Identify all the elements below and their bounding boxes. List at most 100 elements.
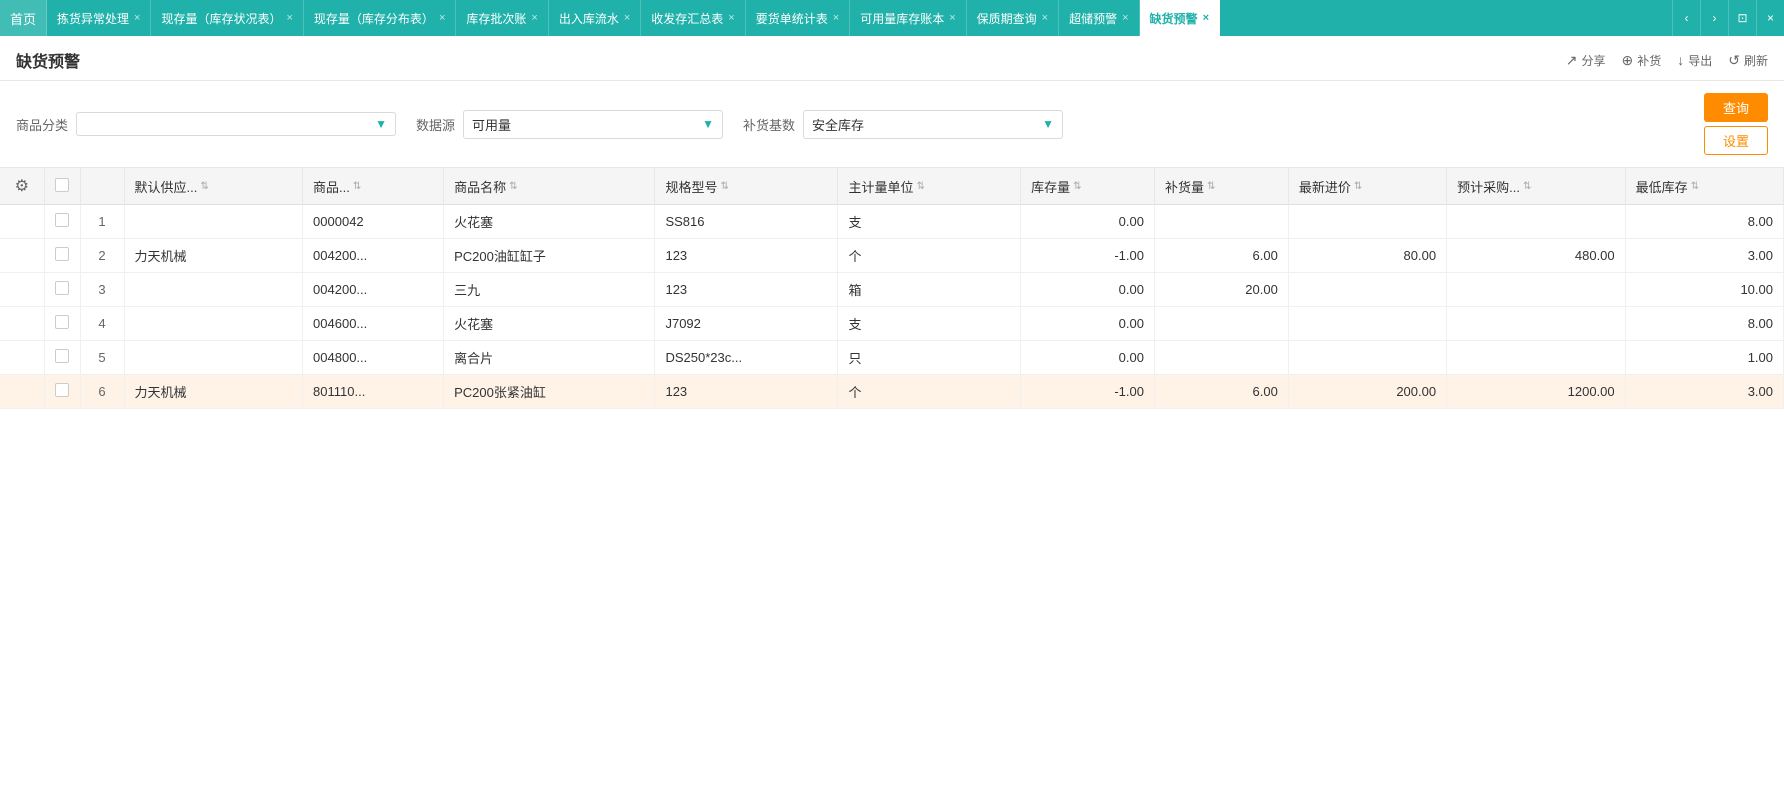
row-unit: 个: [838, 375, 1021, 409]
row-num: 1: [80, 205, 124, 239]
sort-unit-icon[interactable]: ⇅: [916, 181, 924, 192]
sort-spec-icon[interactable]: ⇅: [720, 181, 728, 192]
sort-stock-icon[interactable]: ⇅: [1073, 181, 1081, 192]
datasource-filter-group: 数据源 可用量 ▼: [416, 110, 723, 139]
category-filter-label: 商品分类: [16, 115, 68, 134]
tab-baozhiqi[interactable]: 保质期查询 ×: [967, 0, 1059, 36]
row-checkbox[interactable]: [55, 247, 69, 261]
col-unit-label: 主计量单位: [848, 177, 913, 196]
row-spec: 123: [655, 239, 838, 273]
row-num: 2: [80, 239, 124, 273]
share-icon: ↗: [1566, 52, 1578, 69]
refresh-button[interactable]: ↺ 刷新: [1728, 52, 1768, 69]
row-product-code: 004200...: [303, 273, 444, 307]
row-replenish: 6.00: [1154, 239, 1288, 273]
tab-label: 现存量（库存分布表）: [314, 10, 434, 27]
row-product-name: 火花塞: [444, 307, 655, 341]
nav-next-arrow[interactable]: ›: [1700, 0, 1728, 36]
row-checkbox[interactable]: [55, 383, 69, 397]
datasource-select-value: 可用量: [472, 115, 511, 134]
row-estimated-purchase: 480.00: [1447, 239, 1626, 273]
row-num: 6: [80, 375, 124, 409]
tab-yaohuodantongji[interactable]: 要货单统计表 ×: [746, 0, 850, 36]
select-all-checkbox[interactable]: [55, 178, 69, 192]
replenish-base-filter-group: 补货基数 安全库存 ▼: [743, 110, 1063, 139]
row-num: 3: [80, 273, 124, 307]
row-latest-price: [1288, 307, 1446, 341]
sort-estimated-purchase-icon[interactable]: ⇅: [1523, 181, 1531, 192]
row-replenish: [1154, 341, 1288, 375]
tab-chaochuyu[interactable]: 超储预警 ×: [1059, 0, 1139, 36]
tab-close-icon[interactable]: ×: [1203, 12, 1209, 24]
tab-close-icon[interactable]: ×: [531, 12, 537, 24]
row-product-code: 004200...: [303, 239, 444, 273]
row-setting-cell: [0, 375, 44, 409]
tab-shoufacunhuizong[interactable]: 收发存汇总表 ×: [641, 0, 745, 36]
tab-close-icon[interactable]: ×: [949, 12, 955, 24]
replenish-button[interactable]: ⊕ 补货: [1621, 52, 1661, 69]
nav-arrows: ‹ › ⊡ ×: [1672, 0, 1784, 36]
col-spec: 规格型号 ⇅: [655, 168, 838, 205]
datasource-select[interactable]: 可用量 ▼: [463, 110, 723, 139]
sort-replenish-icon[interactable]: ⇅: [1207, 181, 1215, 192]
sort-latest-price-icon[interactable]: ⇅: [1354, 181, 1362, 192]
tab-label: 出入库流水: [559, 10, 619, 27]
tab-home[interactable]: 首页: [0, 0, 47, 36]
refresh-icon: ↺: [1728, 52, 1740, 69]
page-title: 缺货预警: [16, 48, 1566, 72]
export-button[interactable]: ↓ 导出: [1677, 52, 1712, 69]
row-checkbox[interactable]: [55, 281, 69, 295]
row-spec: SS816: [655, 205, 838, 239]
sort-min-stock-icon[interactable]: ⇅: [1691, 181, 1699, 192]
nav-close-btn[interactable]: ×: [1756, 0, 1784, 36]
row-product-name: PC200张紧油缸: [444, 375, 655, 409]
row-check-cell: [44, 375, 80, 409]
tab-close-icon[interactable]: ×: [728, 12, 734, 24]
tab-xiancunliang2[interactable]: 现存量（库存分布表） ×: [304, 0, 456, 36]
page-content: 缺货预警 ↗ 分享 ⊕ 补货 ↓ 导出 ↺ 刷新 商品分类: [0, 36, 1784, 796]
sort-supplier-icon[interactable]: ⇅: [200, 181, 208, 192]
sort-product-name-icon[interactable]: ⇅: [509, 181, 517, 192]
settings-button[interactable]: 设置: [1704, 126, 1768, 155]
row-estimated-purchase: [1447, 341, 1626, 375]
tab-close-icon[interactable]: ×: [134, 12, 140, 24]
tab-keyongliang[interactable]: 可用量库存账本 ×: [850, 0, 966, 36]
nav-prev-arrow[interactable]: ‹: [1672, 0, 1700, 36]
row-stock: -1.00: [1021, 239, 1155, 273]
row-stock: 0.00: [1021, 205, 1155, 239]
row-checkbox[interactable]: [55, 315, 69, 329]
table-row: 6 力天机械 801110... PC200张紧油缸 123 个 -1.00 6…: [0, 375, 1784, 409]
query-button[interactable]: 查询: [1704, 93, 1768, 122]
nav-restore-btn[interactable]: ⊡: [1728, 0, 1756, 36]
col-stock-label: 库存量: [1031, 177, 1070, 196]
col-product-name-label: 商品名称: [454, 177, 506, 196]
tab-kucunpizhang[interactable]: 库存批次账 ×: [456, 0, 548, 36]
tab-close-icon[interactable]: ×: [1122, 12, 1128, 24]
tab-close-icon[interactable]: ×: [624, 12, 630, 24]
tab-quehuo[interactable]: 缺货预警 ×: [1140, 0, 1220, 36]
share-button[interactable]: ↗ 分享: [1566, 52, 1606, 69]
header-actions: ↗ 分享 ⊕ 补货 ↓ 导出 ↺ 刷新: [1566, 52, 1768, 69]
tab-jianhuoyichang[interactable]: 拣货异常处理 ×: [47, 0, 151, 36]
tab-label: 超储预警: [1069, 10, 1117, 27]
col-unit: 主计量单位 ⇅: [838, 168, 1021, 205]
tab-churukuliushui[interactable]: 出入库流水 ×: [549, 0, 641, 36]
tab-close-icon[interactable]: ×: [286, 12, 292, 24]
col-product-code: 商品... ⇅: [303, 168, 444, 205]
row-checkbox[interactable]: [55, 213, 69, 227]
category-select[interactable]: ▼: [76, 112, 396, 136]
row-supplier: [124, 205, 303, 239]
row-checkbox[interactable]: [55, 349, 69, 363]
tab-close-icon[interactable]: ×: [833, 12, 839, 24]
tab-close-icon[interactable]: ×: [1042, 12, 1048, 24]
column-settings-icon[interactable]: ⚙: [15, 178, 29, 195]
replenish-base-select[interactable]: 安全库存 ▼: [803, 110, 1063, 139]
tab-close-icon[interactable]: ×: [439, 12, 445, 24]
col-check: [44, 168, 80, 205]
sort-product-code-icon[interactable]: ⇅: [353, 181, 361, 192]
tab-xiancunliang1[interactable]: 现存量（库存状况表） ×: [151, 0, 303, 36]
row-product-name: 火花塞: [444, 205, 655, 239]
row-stock: -1.00: [1021, 375, 1155, 409]
row-spec: 123: [655, 273, 838, 307]
row-min-stock: 8.00: [1625, 307, 1783, 341]
